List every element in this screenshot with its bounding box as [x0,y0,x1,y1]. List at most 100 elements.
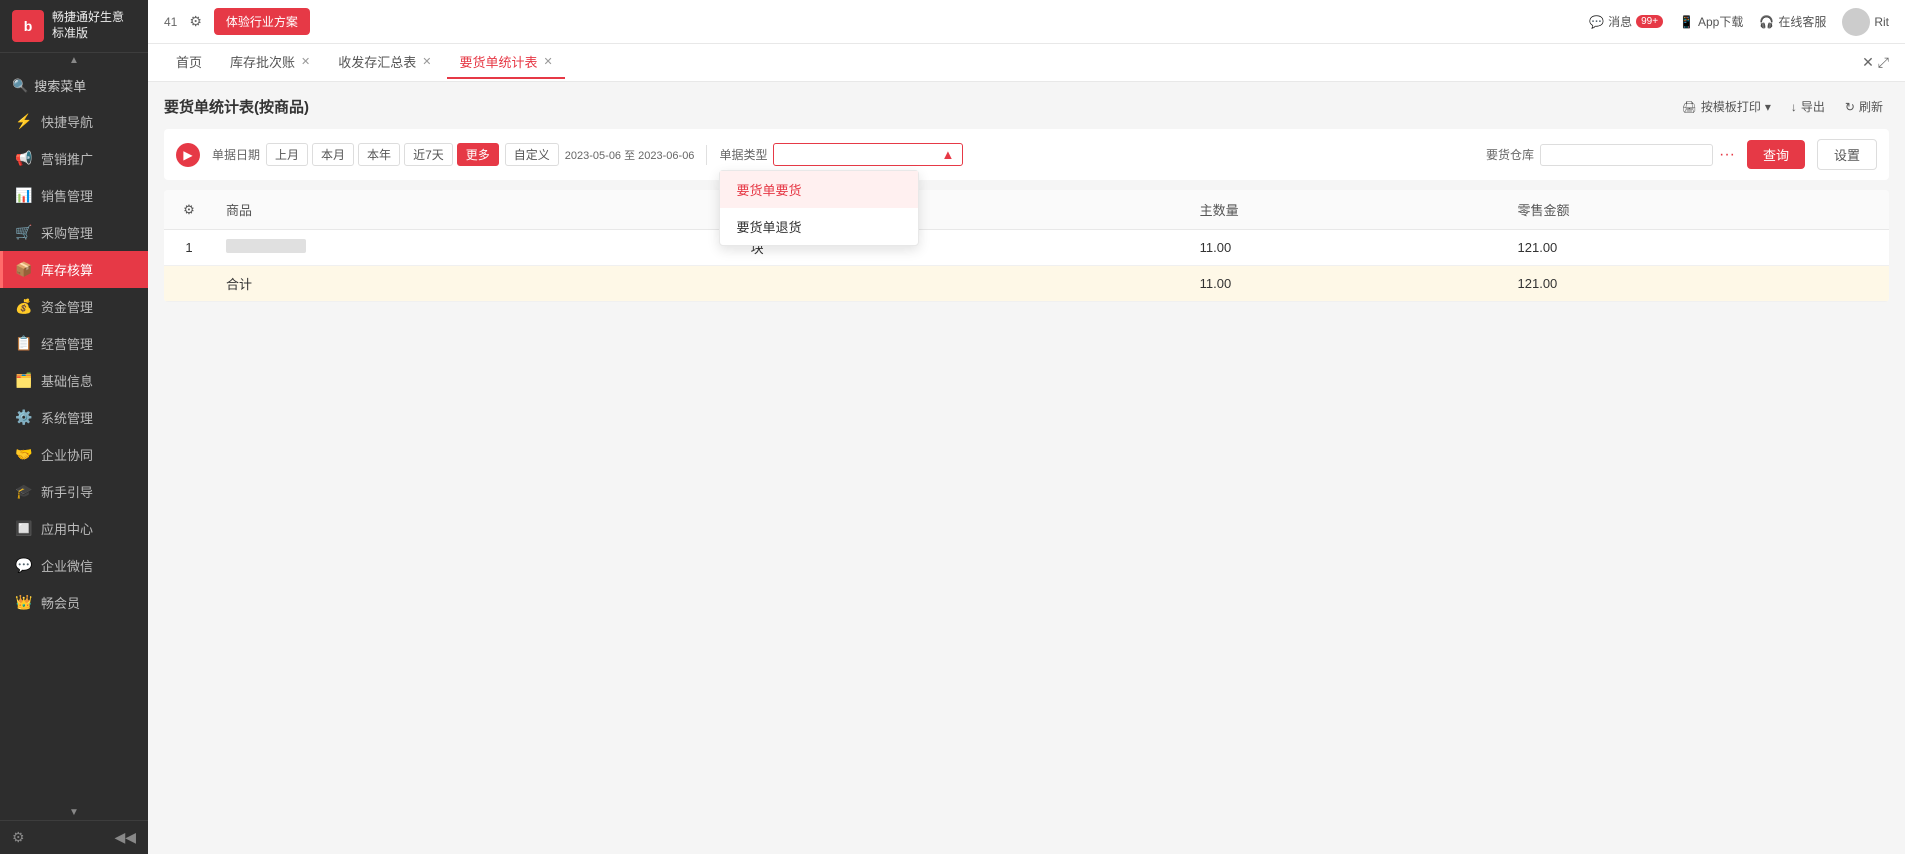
date-filter-label: 单据日期 [212,146,260,163]
table-header-row: ⚙ 商品 主计量单位 主数量 零售金额 [164,190,1889,230]
filter-toggle-button[interactable]: ▶ [176,143,200,167]
notifications-button[interactable]: 💬 消息 99+ [1589,13,1663,30]
summary-qty: 11.00 [1188,266,1506,302]
purchase-icon: 🛒 [15,224,33,242]
settings-bottom-icon[interactable]: ⚙ [12,829,25,846]
type-input-wrap[interactable]: ▲ [773,143,963,166]
col-amount: 零售金额 [1506,190,1889,230]
warehouse-filter-group: 要货仓库 ··· [1486,144,1735,166]
type-dropdown: 要货单要货 要货单退货 [719,170,919,246]
tab-requisition-stats[interactable]: 要货单统计表 ✕ [447,46,564,79]
type-input[interactable] [782,148,937,162]
sidebar-item-basic-info[interactable]: 🗂️ 基础信息 [0,362,148,399]
tabs-expand[interactable]: ⤢ [1878,54,1889,71]
tab-close-stock-summary[interactable]: ✕ [422,55,431,68]
print-icon: 🖨 [1682,100,1697,114]
sidebar-item-appcenter[interactable]: 🔲 应用中心 [0,510,148,547]
system-icon: ⚙️ [15,409,33,427]
product-name-blurred [226,239,306,253]
sidebar-item-member[interactable]: 👑 畅会员 [0,584,148,621]
type-dropdown-arrow[interactable]: ▲ [941,147,954,162]
sidebar-bottom: ⚙ ◀◀ [0,820,148,854]
sidebar-item-sales[interactable]: 📊 销售管理 [0,177,148,214]
sidebar-item-shortcuts[interactable]: ⚡ 快捷导航 [0,103,148,140]
filter-panel: ▶ 单据日期 上月 本月 本年 近7天 更多 自定义 2023-05-06 至 … [164,129,1889,180]
export-button[interactable]: ↓ 导出 [1785,94,1831,119]
sidebar-item-finance[interactable]: 💰 资金管理 [0,288,148,325]
page-title: 要货单统计表(按商品) [164,96,309,117]
export-icon: ↓ [1791,100,1797,114]
tab-close-inventory-batch[interactable]: ✕ [301,55,310,68]
topbar-settings-icon[interactable]: ⚙ [189,13,202,30]
sidebar-item-purchase[interactable]: 🛒 采购管理 [0,214,148,251]
column-settings-icon[interactable]: ⚙ [183,202,195,217]
refresh-button[interactable]: ↻ 刷新 [1839,94,1889,119]
query-button[interactable]: 查询 [1747,140,1805,169]
date-filter-group: 单据日期 上月 本月 本年 近7天 更多 自定义 2023-05-06 至 20… [212,143,694,166]
notification-icon: 💬 [1589,15,1604,29]
sidebar-scroll-up[interactable]: ▲ [0,53,148,68]
sidebar-item-marketing[interactable]: 📢 营销推广 [0,140,148,177]
tab-inventory-batch[interactable]: 库存批次账 ✕ [218,46,322,79]
warehouse-input[interactable] [1540,144,1713,166]
collab-icon: 🤝 [15,446,33,464]
date-range-display: 2023-05-06 至 2023-06-06 [565,147,695,163]
row-product [214,230,739,266]
last-7days-btn[interactable]: 近7天 [404,143,453,166]
headset-icon: 🎧 [1759,15,1774,29]
this-month-btn[interactable]: 本月 [312,143,354,166]
wxwork-icon: 💬 [15,557,33,575]
sidebar-item-guide[interactable]: 🎓 新手引导 [0,473,148,510]
breadcrumb-id: 41 [164,15,177,29]
print-dropdown-icon: ▾ [1765,100,1771,114]
sidebar-item-wxwork[interactable]: 💬 企业微信 [0,547,148,584]
finance-icon: 💰 [15,298,33,316]
guide-icon: 🎓 [15,483,33,501]
col-qty: 主数量 [1188,190,1506,230]
tab-close-requisition-stats[interactable]: ✕ [544,55,553,68]
print-button[interactable]: 🖨 按模板打印 ▾ [1676,94,1777,119]
sidebar-item-operations[interactable]: 📋 经营管理 [0,325,148,362]
tab-stock-summary[interactable]: 收发存汇总表 ✕ [326,46,443,79]
dropdown-item-requisition[interactable]: 要货单要货 [720,171,918,208]
sidebar-nav: 🔍 搜索菜单 ⚡ 快捷导航 📢 营销推广 📊 销售管理 🛒 采购管理 📦 库存核… [0,68,148,805]
this-year-btn[interactable]: 本年 [358,143,400,166]
inventory-icon: 📦 [15,261,33,279]
basic-info-icon: 🗂️ [15,372,33,390]
tab-home[interactable]: 首页 [164,46,214,79]
page-header: 要货单统计表(按商品) 🖨 按模板打印 ▾ ↓ 导出 ↻ 刷新 [164,94,1889,119]
online-service-button[interactable]: 🎧 在线客服 [1759,13,1826,30]
topbar-right: 💬 消息 99+ 📱 App下载 🎧 在线客服 Rit [1589,8,1889,36]
sales-icon: 📊 [15,187,33,205]
prev-month-btn[interactable]: 上月 [266,143,308,166]
user-profile[interactable]: Rit [1842,8,1889,36]
sidebar-scroll-down[interactable]: ▼ [0,805,148,820]
notification-badge: 99+ [1636,15,1663,28]
collapse-icon[interactable]: ◀◀ [114,829,136,846]
more-dates-btn[interactable]: 更多 [457,143,499,166]
search-icon: 🔍 [12,78,28,94]
summary-empty-1 [164,266,214,302]
filter-separator [706,145,707,165]
member-icon: 👑 [15,594,33,612]
sidebar-item-collab[interactable]: 🤝 企业协同 [0,436,148,473]
app-download-button[interactable]: 📱 App下载 [1679,13,1743,30]
table-settings-button[interactable]: 设置 [1817,139,1877,170]
sidebar-item-inventory[interactable]: 📦 库存核算 [0,251,148,288]
filter-more-icon[interactable]: ··· [1719,146,1735,164]
row-qty: 11.00 [1188,230,1506,266]
refresh-icon: ↻ [1845,100,1855,114]
tabs-close-all[interactable]: ✕ [1862,54,1874,71]
summary-label: 合计 [214,266,739,302]
username-label: Rit [1874,15,1889,29]
sidebar-search[interactable]: 🔍 搜索菜单 [0,68,148,103]
trial-industry-button[interactable]: 体验行业方案 [214,8,310,35]
page-actions: 🖨 按模板打印 ▾ ↓ 导出 ↻ 刷新 [1676,94,1889,119]
sidebar-item-system[interactable]: ⚙️ 系统管理 [0,399,148,436]
col-product: 商品 [214,190,739,230]
custom-date-btn[interactable]: 自定义 [505,143,559,166]
main-content: 41 ⚙ 体验行业方案 💬 消息 99+ 📱 App下载 🎧 在线客服 Rit [148,0,1905,854]
dropdown-item-return[interactable]: 要货单退货 [720,208,918,245]
summary-empty-2 [739,266,1188,302]
sidebar-logo: b 畅捷通好生意 标准版 [0,0,148,53]
